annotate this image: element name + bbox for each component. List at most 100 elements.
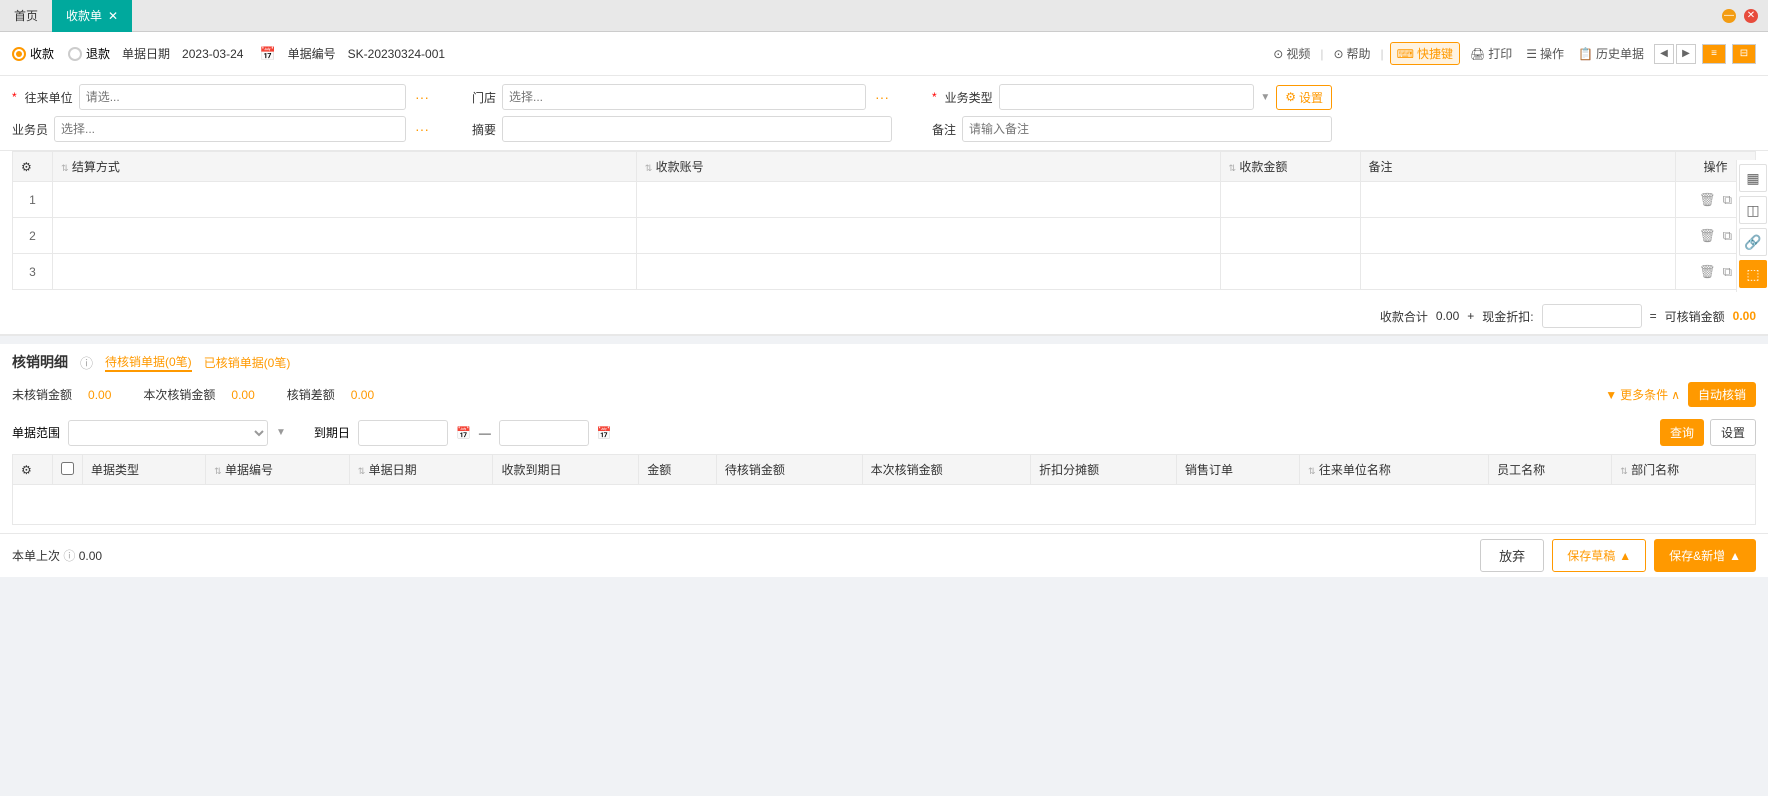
right-panel: ▦ ◫ 🔗 ⬚ [1736, 160, 1768, 292]
cell-payment-2[interactable] [53, 218, 637, 254]
table-header-row: ⚙ ⇅ 结算方式 ⇅ 收款账号 ⇅ 收款金额 备注 操作 [13, 152, 1756, 182]
next-btn[interactable]: ▶ [1676, 44, 1696, 64]
radio-collect-dot [12, 47, 26, 61]
biz-type-input[interactable]: 预收款 [999, 84, 1255, 110]
verify-info-icon[interactable]: ⓘ [80, 353, 93, 372]
bth-employee-label: 员工名称 [1497, 463, 1545, 477]
store-more-btn[interactable]: ··· [872, 89, 892, 105]
cell-amount-2[interactable] [1220, 218, 1360, 254]
date-to-input[interactable]: 2022-04-12 [499, 420, 589, 446]
save-draft-button[interactable]: 保存草稿 ▲ [1552, 539, 1646, 572]
bth-current-label: 本次核销金额 [871, 463, 943, 477]
cell-amount-1[interactable] [1220, 182, 1360, 218]
tab-pending[interactable]: 待核销单据(0笔) [105, 353, 192, 372]
operation-btn[interactable]: ☰ 操作 [1522, 43, 1568, 64]
counterpart-input[interactable] [79, 84, 406, 110]
radio-refund[interactable]: 退款 [68, 45, 110, 62]
verify-section: 核销明细 ⓘ 待核销单据(0笔) 已核销单据(0笔) 未核销金额 0.00 本次… [0, 344, 1768, 533]
right-panel-doc-icon[interactable]: ◫ [1739, 196, 1767, 224]
query-button[interactable]: 查询 [1660, 419, 1704, 446]
delete-icon-2[interactable]: 🗑 [1699, 228, 1716, 243]
auto-verify-btn[interactable]: 自动核销 [1688, 382, 1756, 407]
table-section: ⚙ ⇅ 结算方式 ⇅ 收款账号 ⇅ 收款金额 备注 操作 [0, 151, 1768, 298]
tab-done[interactable]: 已核销单据(0笔) [204, 354, 291, 371]
th-settings[interactable]: ⚙ [13, 152, 53, 182]
tab-receipt-label: 收款单 [66, 7, 102, 24]
minimize-button[interactable]: — [1722, 9, 1736, 23]
bth-amount-label: 金额 [647, 463, 671, 477]
copy-icon-1[interactable]: ⧉ [1723, 192, 1732, 207]
row-num-1: 1 [13, 182, 53, 218]
cell-payment-3[interactable] [53, 254, 637, 290]
remark-input[interactable] [962, 116, 1332, 142]
salesperson-input[interactable] [54, 116, 406, 142]
close-button[interactable]: ✕ [1744, 9, 1758, 23]
th-payment-label: 结算方式 [72, 160, 120, 174]
table-row: 3 🗑 ⧉ [13, 254, 1756, 290]
video-btn[interactable]: ⊙ 视频 [1269, 43, 1314, 64]
th-payment-method: ⇅ 结算方式 [53, 152, 637, 182]
history-btn[interactable]: 📋 历史单据 [1574, 43, 1648, 64]
table-row: 2 🗑 ⧉ [13, 218, 1756, 254]
date-from-input[interactable]: 2022-04-01 [358, 420, 448, 446]
radio-refund-label: 退款 [86, 45, 110, 62]
row-num-2: 2 [13, 218, 53, 254]
due-date-label: 到期日 [314, 424, 350, 441]
right-panel-table-icon[interactable]: ▦ [1739, 164, 1767, 192]
docno-label: 单据编号 [288, 45, 336, 62]
cell-payment-1[interactable] [53, 182, 637, 218]
calendar-to-icon[interactable]: 📅 [597, 426, 612, 440]
biz-type-arrow[interactable]: ▼ [1260, 92, 1270, 103]
tab-home[interactable]: 首页 [0, 0, 52, 32]
cell-account-3[interactable] [636, 254, 1220, 290]
print-btn[interactable]: 🖨 打印 [1466, 43, 1516, 64]
bth-checkbox[interactable] [53, 455, 83, 485]
more-conditions-btn[interactable]: ▼ 更多条件 ∧ [1605, 386, 1680, 403]
cell-remark-3[interactable] [1360, 254, 1675, 290]
delete-icon-3[interactable]: 🗑 [1699, 264, 1716, 279]
tab-receipt[interactable]: 收款单 ✕ [52, 0, 132, 32]
select-all-checkbox[interactable] [61, 462, 74, 475]
bth-due: 收款到期日 [493, 455, 639, 485]
right-panel-link-icon[interactable]: 🔗 [1739, 228, 1767, 256]
summary-input[interactable] [502, 116, 892, 142]
cash-discount-input[interactable] [1542, 304, 1642, 328]
salesperson-label: 业务员 [12, 121, 48, 138]
layout-btn[interactable]: ≡ [1702, 44, 1726, 64]
range-select[interactable] [68, 420, 268, 446]
counterpart-more-btn[interactable]: ··· [412, 89, 432, 105]
cell-remark-1[interactable] [1360, 182, 1675, 218]
shortcut-btn[interactable]: ⌨ 快捷键 [1390, 42, 1460, 65]
verify-settings-btn[interactable]: 设置 [1710, 419, 1756, 446]
salesperson-more-btn[interactable]: ··· [412, 121, 432, 137]
right-panel-expand-icon[interactable]: ⬚ [1739, 260, 1767, 288]
calendar-icon[interactable]: 📅 [259, 46, 275, 62]
prev-btn[interactable]: ◀ [1654, 44, 1674, 64]
cell-account-2[interactable] [636, 218, 1220, 254]
footer-info-icon: ⓘ [63, 549, 78, 563]
cell-account-1[interactable] [636, 182, 1220, 218]
calendar-from-icon[interactable]: 📅 [456, 426, 471, 440]
help-btn[interactable]: ⊙ 帮助 [1329, 43, 1374, 64]
copy-icon-2[interactable]: ⧉ [1723, 228, 1732, 243]
bottom-table-gear-icon[interactable]: ⚙ [21, 463, 32, 477]
delete-icon-1[interactable]: 🗑 [1699, 192, 1716, 207]
settings-button[interactable]: ⚙ 设置 [1276, 85, 1332, 110]
bth-discount-label: 折扣分摊额 [1039, 463, 1099, 477]
tab-home-label: 首页 [14, 7, 38, 24]
copy-icon-3[interactable]: ⧉ [1723, 264, 1732, 279]
radio-collect[interactable]: 收款 [12, 45, 54, 62]
gear-icon: ⚙ [1285, 90, 1296, 104]
cell-remark-2[interactable] [1360, 218, 1675, 254]
form-row-1: * 往来单位 ··· 门店 ··· * 业务类型 预收款 ▼ ⚙ 设置 [12, 84, 1756, 110]
store-input[interactable] [502, 84, 866, 110]
bth-settings[interactable]: ⚙ [13, 455, 53, 485]
th-remark: 备注 [1360, 152, 1675, 182]
table-settings-icon[interactable]: ⚙ [21, 160, 32, 174]
save-new-button[interactable]: 保存&新增 ▲ [1654, 539, 1756, 572]
sep1: | [1320, 47, 1323, 61]
abandon-button[interactable]: 放弃 [1480, 539, 1544, 572]
grid-btn[interactable]: ⊟ [1732, 44, 1756, 64]
tab-close-icon[interactable]: ✕ [108, 9, 118, 23]
cell-amount-3[interactable] [1220, 254, 1360, 290]
